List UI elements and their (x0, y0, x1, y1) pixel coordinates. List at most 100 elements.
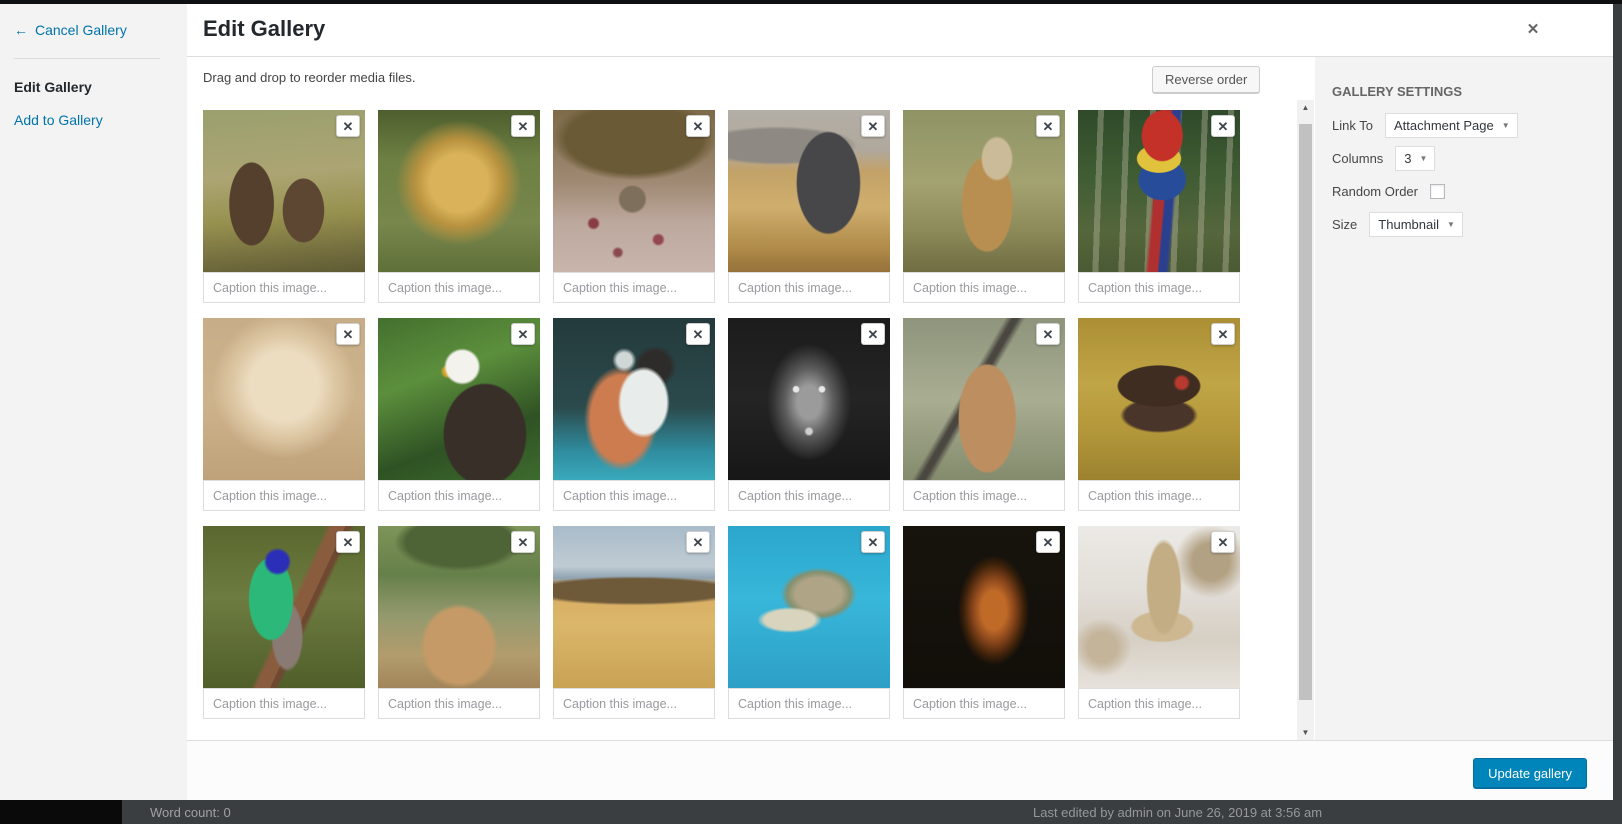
remove-item-button[interactable]: ✕ (686, 115, 710, 137)
random-order-row: Random Order (1332, 179, 1613, 204)
gallery-item[interactable]: ✕ (203, 318, 365, 511)
remove-icon: ✕ (517, 326, 529, 342)
link-to-label: Link To (1332, 118, 1373, 133)
gallery-item[interactable]: ✕ (553, 318, 715, 511)
caption-input[interactable] (728, 272, 890, 303)
gallery-item[interactable]: ✕ (203, 526, 365, 719)
menu-divider (14, 58, 160, 59)
remove-item-button[interactable]: ✕ (1211, 115, 1235, 137)
last-edited-note: Last edited by admin on June 26, 2019 at… (1033, 805, 1323, 820)
gallery-item[interactable]: ✕ (728, 318, 890, 511)
gallery-item[interactable]: ✕ (728, 526, 890, 719)
gallery-item[interactable]: ✕ (378, 526, 540, 719)
remove-item-button[interactable]: ✕ (686, 323, 710, 345)
columns-select[interactable]: 3 ▼ (1395, 146, 1436, 171)
remove-item-button[interactable]: ✕ (336, 531, 360, 553)
caption-input[interactable] (1078, 272, 1240, 303)
remove-icon: ✕ (1042, 534, 1054, 550)
gallery-scrollbar[interactable]: ▲ ▼ (1297, 100, 1314, 740)
gallery-item[interactable]: ✕ (378, 318, 540, 511)
caption-input[interactable] (203, 272, 365, 303)
caption-input[interactable] (553, 272, 715, 303)
edit-gallery-modal: ← Cancel Gallery Edit Gallery Add to Gal… (0, 4, 1613, 800)
remove-item-button[interactable]: ✕ (1036, 531, 1060, 553)
gallery-item[interactable]: ✕ (903, 526, 1065, 719)
reverse-order-button[interactable]: Reverse order (1152, 66, 1261, 93)
chevron-down-icon: ▼ (1501, 121, 1510, 130)
remove-item-button[interactable]: ✕ (336, 115, 360, 137)
gallery-item[interactable]: ✕ (728, 110, 890, 303)
gallery-item[interactable]: ✕ (903, 110, 1065, 303)
size-select[interactable]: Thumbnail ▼ (1369, 212, 1463, 237)
modal-toolbar: Update gallery (187, 740, 1613, 800)
caption-input[interactable] (203, 688, 365, 719)
remove-item-button[interactable]: ✕ (1036, 115, 1060, 137)
remove-icon: ✕ (342, 118, 354, 134)
caption-input[interactable] (1078, 688, 1240, 719)
back-arrow-icon: ← (14, 22, 28, 38)
gallery-item[interactable]: ✕ (203, 110, 365, 303)
gallery-settings-panel: GALLERY SETTINGS Link To Attachment Page… (1315, 57, 1613, 740)
caption-input[interactable] (378, 272, 540, 303)
random-order-checkbox[interactable] (1429, 184, 1445, 199)
remove-icon: ✕ (517, 118, 529, 134)
remove-item-button[interactable]: ✕ (511, 115, 535, 137)
link-to-select[interactable]: Attachment Page ▼ (1384, 113, 1518, 138)
screen: ← Cancel Gallery Edit Gallery Add to Gal… (0, 0, 1622, 824)
size-value: Thumbnail (1378, 217, 1439, 232)
caption-input[interactable] (903, 480, 1065, 511)
remove-item-button[interactable]: ✕ (1211, 323, 1235, 345)
remove-icon: ✕ (867, 534, 879, 550)
remove-item-button[interactable]: ✕ (511, 323, 535, 345)
remove-icon: ✕ (342, 534, 354, 550)
gallery-item[interactable]: ✕ (1078, 318, 1240, 511)
cancel-gallery-link[interactable]: ← Cancel Gallery (14, 22, 127, 38)
caption-input[interactable] (378, 688, 540, 719)
caption-input[interactable] (728, 688, 890, 719)
scroll-down-button[interactable]: ▼ (1297, 725, 1314, 740)
gallery-item[interactable]: ✕ (378, 110, 540, 303)
remove-item-button[interactable]: ✕ (1036, 323, 1060, 345)
close-modal-button[interactable]: ✕ (1517, 14, 1549, 46)
link-to-row: Link To Attachment Page ▼ (1332, 113, 1613, 138)
gallery-item[interactable]: ✕ (1078, 110, 1240, 303)
caption-input[interactable] (553, 480, 715, 511)
remove-icon: ✕ (867, 326, 879, 342)
menu-item-edit-gallery[interactable]: Edit Gallery (14, 79, 92, 95)
remove-item-button[interactable]: ✕ (861, 531, 885, 553)
caption-input[interactable] (1078, 480, 1240, 511)
remove-item-button[interactable]: ✕ (861, 323, 885, 345)
caption-input[interactable] (378, 480, 540, 511)
remove-item-button[interactable]: ✕ (686, 531, 710, 553)
caption-input[interactable] (728, 480, 890, 511)
remove-icon: ✕ (1217, 118, 1229, 134)
caption-input[interactable] (903, 688, 1065, 719)
gallery-item[interactable]: ✕ (553, 526, 715, 719)
random-order-label: Random Order (1332, 184, 1418, 199)
gallery-item[interactable]: ✕ (1078, 526, 1240, 719)
remove-item-button[interactable]: ✕ (861, 115, 885, 137)
caption-input[interactable] (203, 480, 365, 511)
modal-header: Edit Gallery (187, 4, 1613, 57)
menu-item-add-to-gallery[interactable]: Add to Gallery (14, 112, 103, 128)
close-icon: ✕ (1526, 21, 1540, 38)
remove-icon: ✕ (867, 118, 879, 134)
remove-item-button[interactable]: ✕ (336, 323, 360, 345)
caption-input[interactable] (553, 688, 715, 719)
caption-input[interactable] (903, 272, 1065, 303)
gallery-item[interactable]: ✕ (553, 110, 715, 303)
settings-heading: GALLERY SETTINGS (1332, 84, 1463, 99)
scroll-up-button[interactable]: ▲ (1297, 100, 1314, 115)
word-count: Word count: 0 (150, 805, 231, 820)
columns-value: 3 (1404, 151, 1412, 166)
page-overlay-bottom: Word count: 0 Last edited by admin on Ju… (0, 800, 1622, 824)
update-gallery-button[interactable]: Update gallery (1473, 758, 1587, 788)
remove-icon: ✕ (1042, 118, 1054, 134)
remove-item-button[interactable]: ✕ (511, 531, 535, 553)
modal-title: Edit Gallery (203, 16, 326, 41)
remove-item-button[interactable]: ✕ (1211, 531, 1235, 553)
gallery-item[interactable]: ✕ (903, 318, 1065, 511)
scrollbar-thumb[interactable] (1299, 124, 1312, 700)
remove-icon: ✕ (692, 534, 704, 550)
chevron-down-icon: ▼ (1419, 154, 1428, 163)
